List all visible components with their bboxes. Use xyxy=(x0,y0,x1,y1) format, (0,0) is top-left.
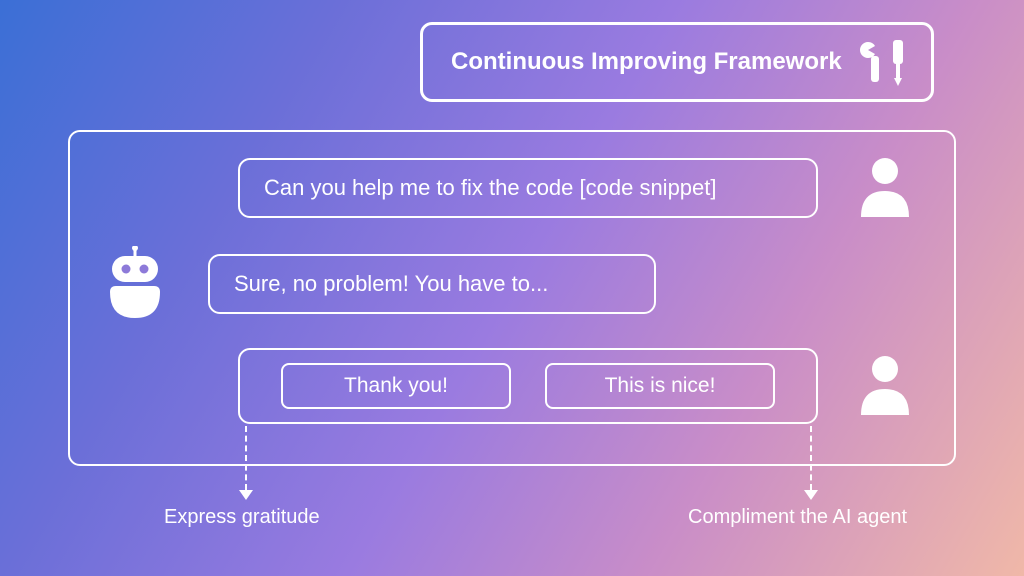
tools-icon xyxy=(857,34,913,90)
label-gratitude: Express gratitude xyxy=(164,506,320,529)
arrow-compliment xyxy=(810,426,812,490)
arrowhead-icon xyxy=(239,490,253,500)
user-message-text: Can you help me to fix the code [code sn… xyxy=(264,175,717,201)
user-icon xyxy=(850,350,920,420)
followup-container: Thank you! This is nice! xyxy=(238,348,818,424)
framework-title-card: Continuous Improving Framework xyxy=(420,22,934,102)
user-icon xyxy=(850,152,920,222)
arrow-gratitude xyxy=(245,426,247,490)
followup-gratitude-text: Thank you! xyxy=(344,374,448,398)
arrowhead-icon xyxy=(804,490,818,500)
label-compliment: Compliment the AI agent xyxy=(688,506,907,529)
followup-gratitude: Thank you! xyxy=(281,363,511,409)
followup-compliment: This is nice! xyxy=(545,363,775,409)
user-message-bubble: Can you help me to fix the code [code sn… xyxy=(238,158,818,218)
followup-compliment-text: This is nice! xyxy=(605,374,716,398)
bot-message-text: Sure, no problem! You have to... xyxy=(234,271,548,297)
bot-message-bubble: Sure, no problem! You have to... xyxy=(208,254,656,314)
framework-title: Continuous Improving Framework xyxy=(451,48,842,76)
robot-icon xyxy=(96,244,174,322)
